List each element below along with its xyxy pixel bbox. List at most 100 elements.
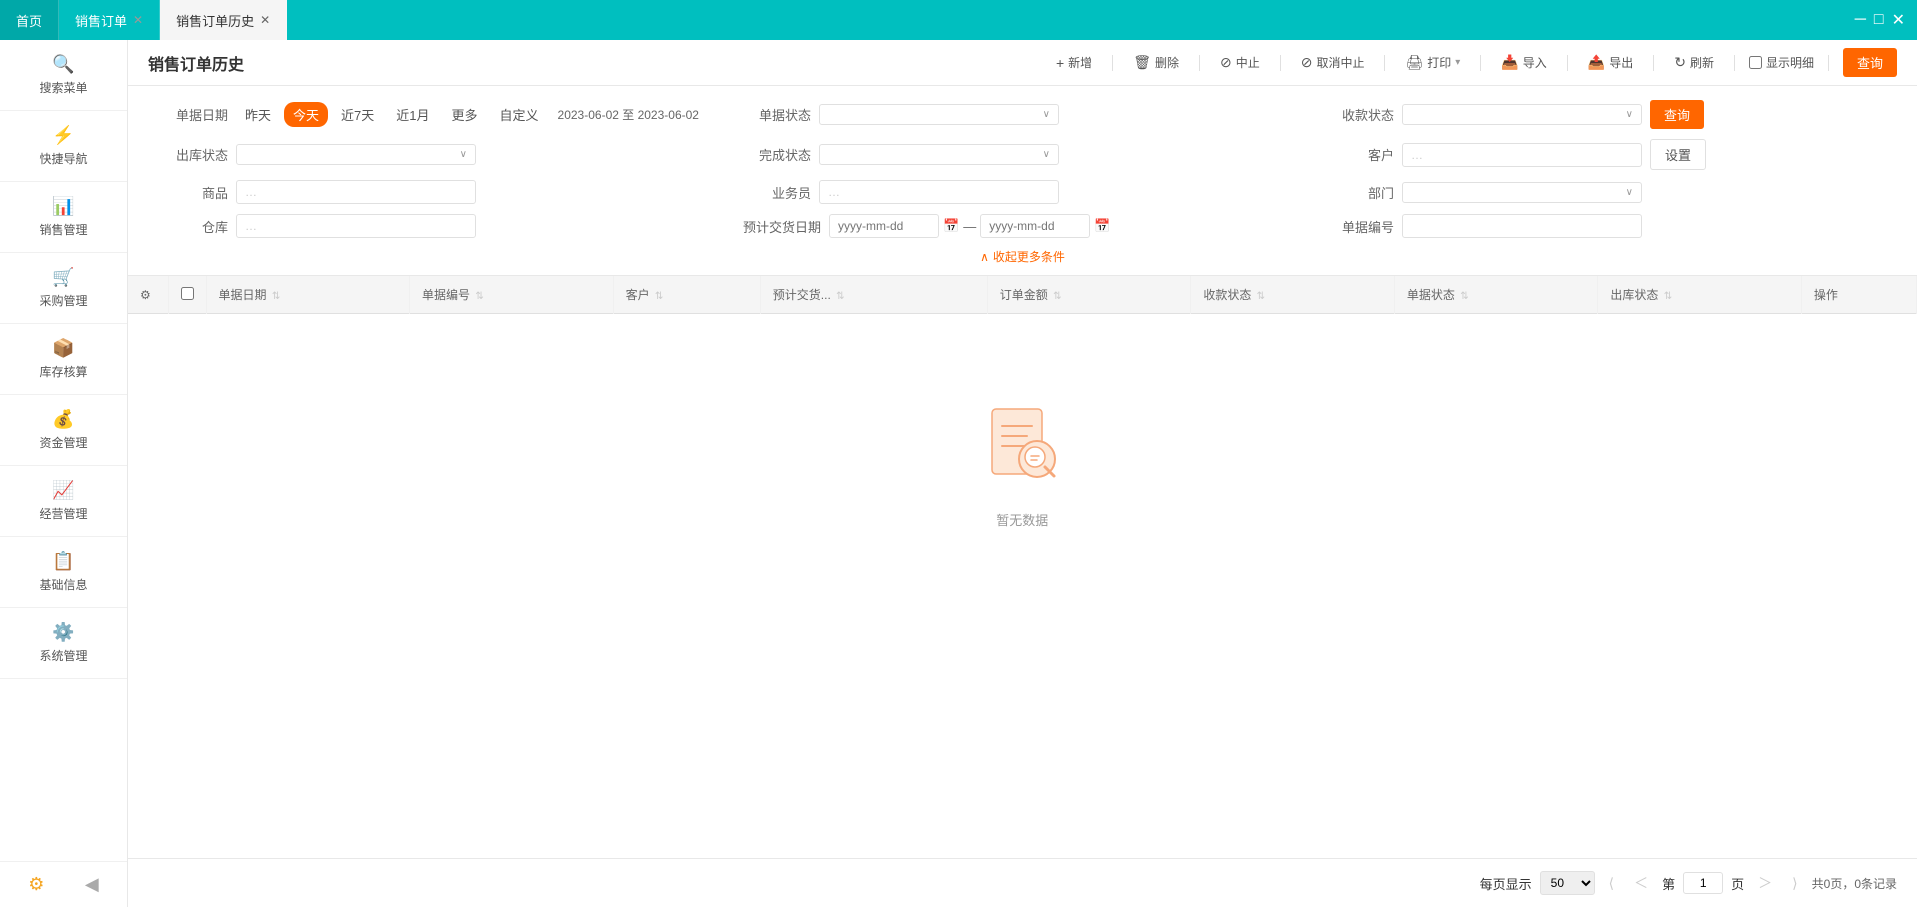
warehouse-input[interactable]: … [236, 214, 476, 238]
sidebar-item-system-mgmt[interactable]: ⚙️ 系统管理 [0, 608, 127, 679]
complete-status-arrow-icon: ∨ [1043, 149, 1050, 160]
per-page-select[interactable]: 50 10 20 100 [1540, 871, 1595, 895]
print-label: 打印 [1427, 54, 1451, 71]
calendar-to-icon[interactable]: 📅 [1094, 218, 1110, 234]
divider-9 [1828, 55, 1829, 71]
customer-dots[interactable]: … [1411, 148, 1423, 162]
tab-sales-order-history-close[interactable]: ✕ [260, 13, 270, 27]
th-order-amount[interactable]: 订单金额 ⇅ [987, 276, 1191, 314]
out-status-select[interactable]: ∨ [236, 144, 476, 165]
sales-mgmt-icon: 📊 [52, 196, 74, 217]
th-bill-no[interactable]: 单据编号 ⇅ [410, 276, 614, 314]
delivery-date-from[interactable] [829, 214, 939, 238]
th-bill-no-label: 单据编号 [422, 288, 470, 302]
date-btn-today[interactable]: 今天 [284, 102, 328, 127]
sidebar-settings-icon[interactable]: ⚙ [28, 874, 44, 895]
basic-info-icon: 📋 [52, 551, 74, 572]
bill-status-select[interactable]: ∨ [819, 104, 1059, 125]
select-all-checkbox[interactable] [181, 287, 194, 300]
export-label: 导出 [1609, 54, 1633, 71]
salesperson-dots[interactable]: … [828, 185, 840, 199]
th-bill-status-sort-icon[interactable]: ⇅ [1460, 291, 1468, 302]
goods-dots[interactable]: … [245, 185, 257, 199]
import-label: 导入 [1523, 54, 1547, 71]
date-btn-more[interactable]: 更多 [443, 102, 487, 127]
delivery-date-to[interactable] [980, 214, 1090, 238]
th-out-status[interactable]: 出库状态 ⇅ [1598, 276, 1802, 314]
sidebar-item-quick-nav[interactable]: ⚡ 快捷导航 [0, 111, 127, 182]
th-check[interactable] [168, 276, 206, 314]
next-page-btn[interactable]: ＞ [1752, 871, 1778, 895]
th-bill-status[interactable]: 单据状态 ⇅ [1394, 276, 1598, 314]
refresh-button[interactable]: ↻ 刷新 [1668, 50, 1720, 75]
sidebar-item-basic-info[interactable]: 📋 基础信息 [0, 537, 127, 608]
export-button[interactable]: 📤 导出 [1582, 50, 1639, 75]
th-payment-status[interactable]: 收款状态 ⇅ [1191, 276, 1395, 314]
query-label: 查询 [1857, 53, 1883, 72]
salesperson-input[interactable]: … [819, 180, 1059, 204]
filter-row-2: 出库状态 ∨ 完成状态 ∨ 客户 … [148, 139, 1897, 170]
cancel-stop-icon: ⊘ [1301, 54, 1313, 71]
sidebar-item-inventory[interactable]: 📦 库存核算 [0, 324, 127, 395]
empty-text: 暂无数据 [996, 510, 1048, 529]
last-page-btn[interactable]: ⟩ [1786, 873, 1803, 894]
sidebar-item-finance[interactable]: 💰 资金管理 [0, 395, 127, 466]
th-order-amount-label: 订单金额 [1000, 288, 1048, 302]
dept-select[interactable]: ∨ [1402, 182, 1642, 203]
payment-status-select[interactable]: ∨ [1402, 104, 1642, 125]
import-button[interactable]: 📥 导入 [1495, 50, 1552, 75]
th-settings[interactable]: ⚙ [128, 276, 168, 314]
sidebar-item-purchase-mgmt[interactable]: 🛒 采购管理 [0, 253, 127, 324]
pagination: 每页显示 50 10 20 100 ⟨ ＜ 第 页 ＞ ⟩ 共0页，0条记录 [128, 858, 1917, 907]
first-page-btn[interactable]: ⟨ [1603, 873, 1620, 894]
bill-no-input[interactable] [1402, 214, 1642, 238]
tab-sales-order-close[interactable]: ✕ [133, 13, 143, 27]
sidebar-collapse-icon[interactable]: ◀ [85, 874, 99, 895]
th-bill-date[interactable]: 单据日期 ⇅ [206, 276, 410, 314]
date-btn-1month[interactable]: 近1月 [387, 102, 438, 127]
tab-sales-order[interactable]: 销售订单 ✕ [59, 0, 160, 40]
page-input[interactable] [1683, 872, 1723, 894]
warehouse-dots[interactable]: … [245, 219, 257, 233]
tab-sales-order-history[interactable]: 销售订单历史 ✕ [160, 0, 287, 40]
customer-input[interactable]: … [1402, 143, 1642, 167]
settings-button[interactable]: 设置 [1650, 139, 1706, 170]
th-delivery-date-sort-icon[interactable]: ⇅ [836, 291, 844, 302]
stop-button[interactable]: ⊘ 中止 [1214, 50, 1266, 75]
delete-button[interactable]: 🗑 删除 [1127, 50, 1185, 75]
th-customer[interactable]: 客户 ⇅ [613, 276, 760, 314]
window-max-btn[interactable]: □ [1874, 11, 1884, 29]
prev-page-btn[interactable]: ＜ [1628, 871, 1654, 895]
out-status-label: 出库状态 [148, 145, 228, 164]
print-button[interactable]: 🖨 打印 ▾ [1399, 50, 1466, 75]
query-button[interactable]: 查询 [1843, 48, 1897, 77]
collapse-bar[interactable]: ∧ 收起更多条件 [148, 244, 1897, 269]
window-min-btn[interactable]: ─ [1855, 11, 1866, 29]
date-btn-yesterday[interactable]: 昨天 [236, 102, 280, 127]
show-detail-control[interactable]: 显示明细 [1749, 54, 1814, 71]
divider-5 [1480, 55, 1481, 71]
th-bill-no-sort-icon[interactable]: ⇅ [475, 291, 483, 302]
goods-input[interactable]: … [236, 180, 476, 204]
sidebar-item-operations[interactable]: 📈 经营管理 [0, 466, 127, 537]
cancel-stop-button[interactable]: ⊘ 取消中止 [1295, 50, 1371, 75]
window-close-btn[interactable]: ✕ [1892, 10, 1905, 30]
sidebar-item-search-menu[interactable]: 🔍 搜索菜单 [0, 40, 127, 111]
date-btn-custom[interactable]: 自定义 [491, 102, 548, 127]
th-order-amount-sort-icon[interactable]: ⇅ [1053, 291, 1061, 302]
sidebar-item-sales-mgmt[interactable]: 📊 销售管理 [0, 182, 127, 253]
th-bill-date-sort-icon[interactable]: ⇅ [272, 291, 280, 302]
complete-status-select[interactable]: ∨ [819, 144, 1059, 165]
tab-home[interactable]: 首页 [0, 0, 59, 40]
settings-gear-icon[interactable]: ⚙ [140, 288, 151, 302]
th-out-status-sort-icon[interactable]: ⇅ [1664, 291, 1672, 302]
show-detail-checkbox[interactable] [1749, 56, 1762, 69]
th-payment-status-sort-icon[interactable]: ⇅ [1257, 291, 1265, 302]
calendar-from-icon[interactable]: 📅 [943, 218, 959, 234]
th-delivery-date[interactable]: 预计交货... ⇅ [760, 276, 987, 314]
th-customer-sort-icon[interactable]: ⇅ [655, 291, 663, 302]
new-button[interactable]: + 新增 [1050, 50, 1098, 75]
table-header-row: ⚙ 单据日期 ⇅ 单据编号 ⇅ [128, 276, 1917, 314]
query-button-2[interactable]: 查询 [1650, 100, 1704, 129]
date-btn-7days[interactable]: 近7天 [332, 102, 383, 127]
